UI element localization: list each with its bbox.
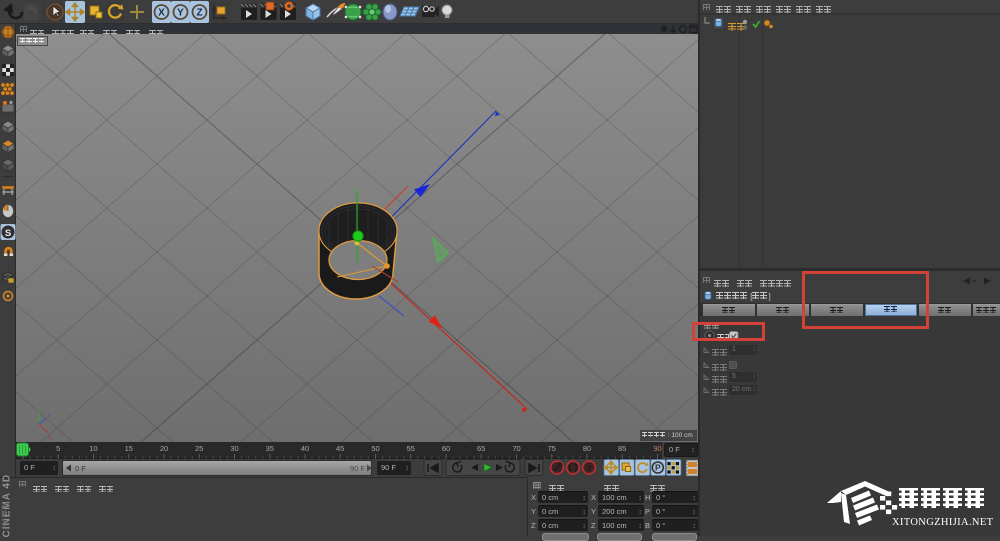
svg-text:70: 70 xyxy=(512,444,520,453)
svg-text:50: 50 xyxy=(371,444,379,453)
svg-text:85: 85 xyxy=(618,444,626,453)
svg-text:80: 80 xyxy=(583,444,591,453)
svg-text:20: 20 xyxy=(160,444,168,453)
svg-text:65: 65 xyxy=(477,444,485,453)
svg-text:X: X xyxy=(158,8,165,19)
svg-text:55: 55 xyxy=(407,444,415,453)
svg-text:Y: Y xyxy=(177,8,184,19)
svg-text:30: 30 xyxy=(230,444,238,453)
svg-text:S: S xyxy=(5,228,11,239)
svg-text:Z: Z xyxy=(196,8,202,19)
svg-text:40: 40 xyxy=(301,444,309,453)
svg-text:Y: Y xyxy=(35,407,39,413)
svg-text:25: 25 xyxy=(195,444,203,453)
svg-text:75: 75 xyxy=(548,444,556,453)
svg-text:0 F: 0 F xyxy=(75,464,86,472)
svg-text:X: X xyxy=(48,435,52,441)
svg-text:60: 60 xyxy=(442,444,450,453)
svg-text:5: 5 xyxy=(56,444,60,453)
svg-text:15: 15 xyxy=(125,444,133,453)
svg-text:10: 10 xyxy=(89,444,97,453)
svg-text:45: 45 xyxy=(336,444,344,453)
svg-text:35: 35 xyxy=(266,444,274,453)
svg-text:P: P xyxy=(655,463,661,473)
svg-text:90 F: 90 F xyxy=(350,464,365,472)
svg-text:90: 90 xyxy=(653,444,661,453)
svg-text:?: ? xyxy=(586,463,591,473)
